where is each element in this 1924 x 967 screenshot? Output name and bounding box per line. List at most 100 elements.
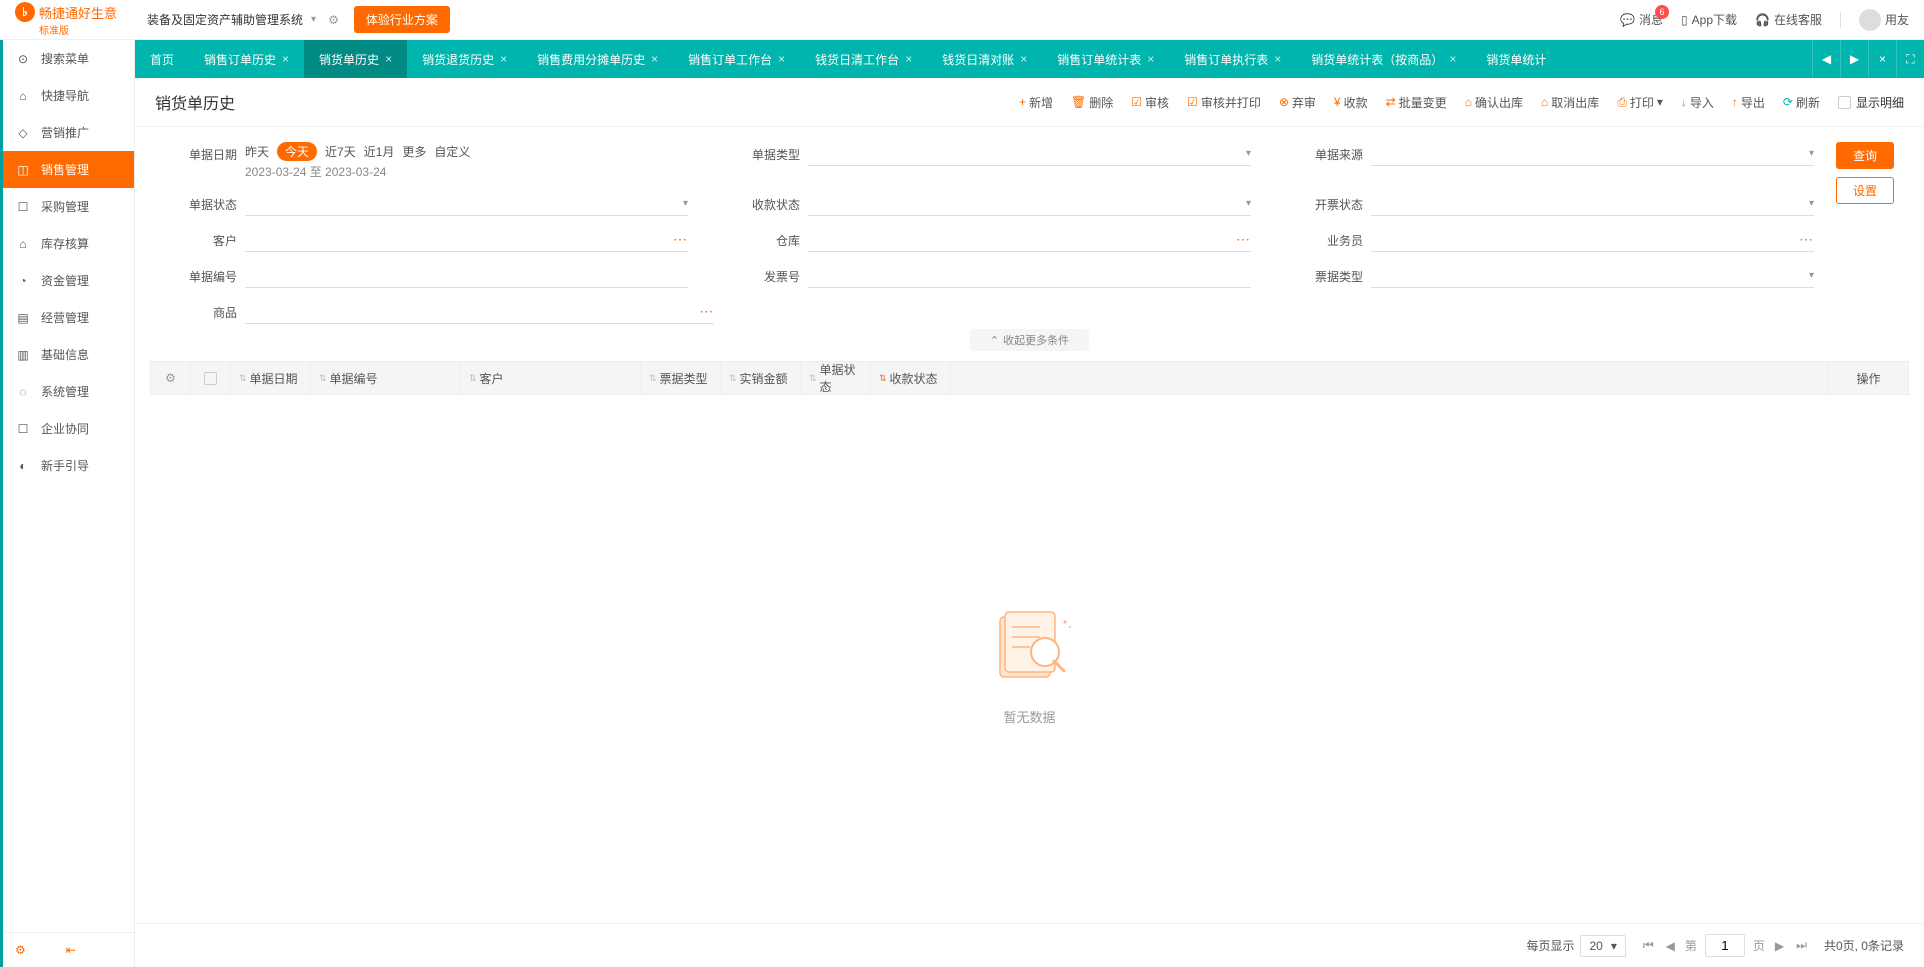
sidebar-item-guide[interactable]: ◐新手引导 xyxy=(0,447,134,484)
tab-home[interactable]: 首页 xyxy=(135,40,189,78)
add-button[interactable]: +新增 xyxy=(1019,94,1053,111)
column-tickettype[interactable]: ⇅票据类型 xyxy=(641,362,721,394)
online-service-button[interactable]: 🎧 在线客服 xyxy=(1755,11,1822,28)
column-paystatus[interactable]: ⇅收款状态 xyxy=(871,362,951,394)
close-icon[interactable]: × xyxy=(385,52,392,66)
print-button[interactable]: ⎙打印▾ xyxy=(1617,94,1663,111)
next-page-button[interactable]: ▶ xyxy=(1773,937,1786,955)
table-settings-button[interactable]: ⚙ xyxy=(151,362,191,394)
tab-order-exec[interactable]: 销售订单执行表× xyxy=(1169,40,1296,78)
user-menu[interactable]: 用友 xyxy=(1859,9,1909,31)
last-page-button[interactable]: ⏭ xyxy=(1794,936,1809,955)
close-icon[interactable]: × xyxy=(1274,52,1281,66)
export-button[interactable]: ↑导出 xyxy=(1732,94,1765,111)
column-customer[interactable]: ⇅客户 xyxy=(461,362,641,394)
tab-daily-workbench[interactable]: 钱货日清工作台× xyxy=(800,40,927,78)
tab-expense-history[interactable]: 销售费用分摊单历史× xyxy=(522,40,673,78)
sidebar-item-inventory[interactable]: ⌂库存核算 xyxy=(0,225,134,262)
batch-change-button[interactable]: ⇄批量变更 xyxy=(1386,94,1447,111)
date-more[interactable]: 更多 xyxy=(402,143,426,160)
source-select[interactable]: ▾ xyxy=(1371,142,1814,166)
sidebar-item-baseinfo[interactable]: ▥基础信息 xyxy=(0,336,134,373)
more-icon[interactable]: ⋯ xyxy=(673,231,688,248)
first-page-button[interactable]: ⏮ xyxy=(1641,936,1656,955)
column-date[interactable]: ⇅单据日期 xyxy=(231,362,311,394)
tab-scroll-left[interactable]: ◀ xyxy=(1812,40,1840,78)
sidebar-item-purchase[interactable]: ☐采购管理 xyxy=(0,188,134,225)
message-button[interactable]: 💬 消息 6 xyxy=(1620,11,1663,28)
sidebar-item-system[interactable]: ◌系统管理 xyxy=(0,373,134,410)
sidebar-item-marketing[interactable]: ◇营销推广 xyxy=(0,114,134,151)
collapse-filters-button[interactable]: ⌃ 收起更多条件 xyxy=(970,329,1089,351)
refresh-button[interactable]: ⟳刷新 xyxy=(1783,94,1820,111)
type-select[interactable]: ▾ xyxy=(808,142,1251,166)
setting-button[interactable]: 设置 xyxy=(1836,177,1894,204)
sidebar-item-sales[interactable]: ◫销售管理 xyxy=(0,151,134,188)
tab-order-workbench[interactable]: 销售订单工作台× xyxy=(673,40,800,78)
product-input[interactable]: ⋯ xyxy=(245,300,714,324)
close-icon[interactable]: × xyxy=(1449,52,1456,66)
more-icon[interactable]: ⋯ xyxy=(1236,231,1251,248)
column-amount[interactable]: ⇅实销金额 xyxy=(721,362,801,394)
sidebar-item-finance[interactable]: ◔资金管理 xyxy=(0,262,134,299)
tab-scroll-right[interactable]: ▶ xyxy=(1840,40,1868,78)
cancel-out-button[interactable]: ⌂取消出库 xyxy=(1541,94,1599,111)
column-docno[interactable]: ⇅单据编号 xyxy=(311,362,461,394)
tickettype-select[interactable]: ▾ xyxy=(1371,264,1814,288)
tab-daily-reconcile[interactable]: 钱货日清对账× xyxy=(927,40,1042,78)
import-button[interactable]: ↓导入 xyxy=(1681,94,1714,111)
close-icon[interactable]: × xyxy=(282,52,289,66)
docno-input[interactable] xyxy=(245,264,688,288)
date-7d[interactable]: 近7天 xyxy=(325,143,356,160)
close-icon[interactable]: × xyxy=(778,52,785,66)
invoiceno-input[interactable] xyxy=(808,264,1251,288)
experience-button[interactable]: 体验行业方案 xyxy=(354,6,450,33)
tab-shipment-history[interactable]: 销货单历史× xyxy=(304,40,407,78)
close-icon[interactable]: × xyxy=(1147,52,1154,66)
tab-sales-order-history[interactable]: 销售订单历史× xyxy=(189,40,304,78)
sidebar-item-search[interactable]: ⊙搜索菜单 xyxy=(0,40,134,77)
tab-shipment-stats-product[interactable]: 销货单统计表（按商品）× xyxy=(1296,40,1471,78)
gear-icon[interactable]: ⚙ xyxy=(15,943,26,957)
close-icon[interactable]: × xyxy=(905,52,912,66)
status-select[interactable]: ▾ xyxy=(245,192,688,216)
gear-icon[interactable]: ⚙ xyxy=(328,13,339,27)
more-icon[interactable]: ⋯ xyxy=(1799,231,1814,248)
delete-button[interactable]: 🗑删除 xyxy=(1071,94,1113,111)
page-input[interactable] xyxy=(1705,934,1745,957)
date-yesterday[interactable]: 昨天 xyxy=(245,143,269,160)
column-status[interactable]: ⇅单据状态 xyxy=(801,362,871,394)
more-icon[interactable]: ⋯ xyxy=(699,303,714,320)
show-detail-checkbox[interactable]: 显示明细 xyxy=(1838,94,1904,111)
select-all-checkbox[interactable] xyxy=(191,362,231,394)
invoicestatus-select[interactable]: ▾ xyxy=(1371,192,1814,216)
system-selector[interactable]: 装备及固定资产辅助管理系统 ▾ xyxy=(147,11,316,28)
prev-page-button[interactable]: ◀ xyxy=(1664,937,1677,955)
date-today[interactable]: 今天 xyxy=(277,142,317,161)
tab-fullscreen[interactable]: ⛶ xyxy=(1896,40,1924,78)
date-1m[interactable]: 近1月 xyxy=(364,143,395,160)
date-custom[interactable]: 自定义 xyxy=(434,143,470,160)
audit-print-button[interactable]: ☑审核并打印 xyxy=(1187,94,1261,111)
collect-button[interactable]: ¥收款 xyxy=(1334,94,1368,111)
query-button[interactable]: 查询 xyxy=(1836,142,1894,169)
customer-input[interactable]: ⋯ xyxy=(245,228,688,252)
sidebar-item-enterprise[interactable]: ☐企业协同 xyxy=(0,410,134,447)
page-size-select[interactable]: 20 ▾ xyxy=(1580,935,1625,957)
paystatus-select[interactable]: ▾ xyxy=(808,192,1251,216)
app-download-button[interactable]: ▯ App下载 xyxy=(1681,11,1737,28)
sidebar-item-operation[interactable]: ▤经营管理 xyxy=(0,299,134,336)
warehouse-input[interactable]: ⋯ xyxy=(808,228,1251,252)
close-icon[interactable]: × xyxy=(500,52,507,66)
tab-return-history[interactable]: 销货退货历史× xyxy=(407,40,522,78)
audit-button[interactable]: ☑审核 xyxy=(1131,94,1169,111)
salesperson-input[interactable]: ⋯ xyxy=(1371,228,1814,252)
sidebar-item-quicknav[interactable]: ⌂快捷导航 xyxy=(0,77,134,114)
close-icon[interactable]: × xyxy=(651,52,658,66)
tab-shipment-stats[interactable]: 销货单统计 xyxy=(1471,40,1561,78)
close-icon[interactable]: × xyxy=(1020,52,1027,66)
tab-close-all[interactable]: × xyxy=(1868,40,1896,78)
abandon-button[interactable]: ⊗弃审 xyxy=(1279,94,1316,111)
collapse-icon[interactable]: ⇤ xyxy=(66,943,76,957)
confirm-out-button[interactable]: ⌂确认出库 xyxy=(1465,94,1523,111)
